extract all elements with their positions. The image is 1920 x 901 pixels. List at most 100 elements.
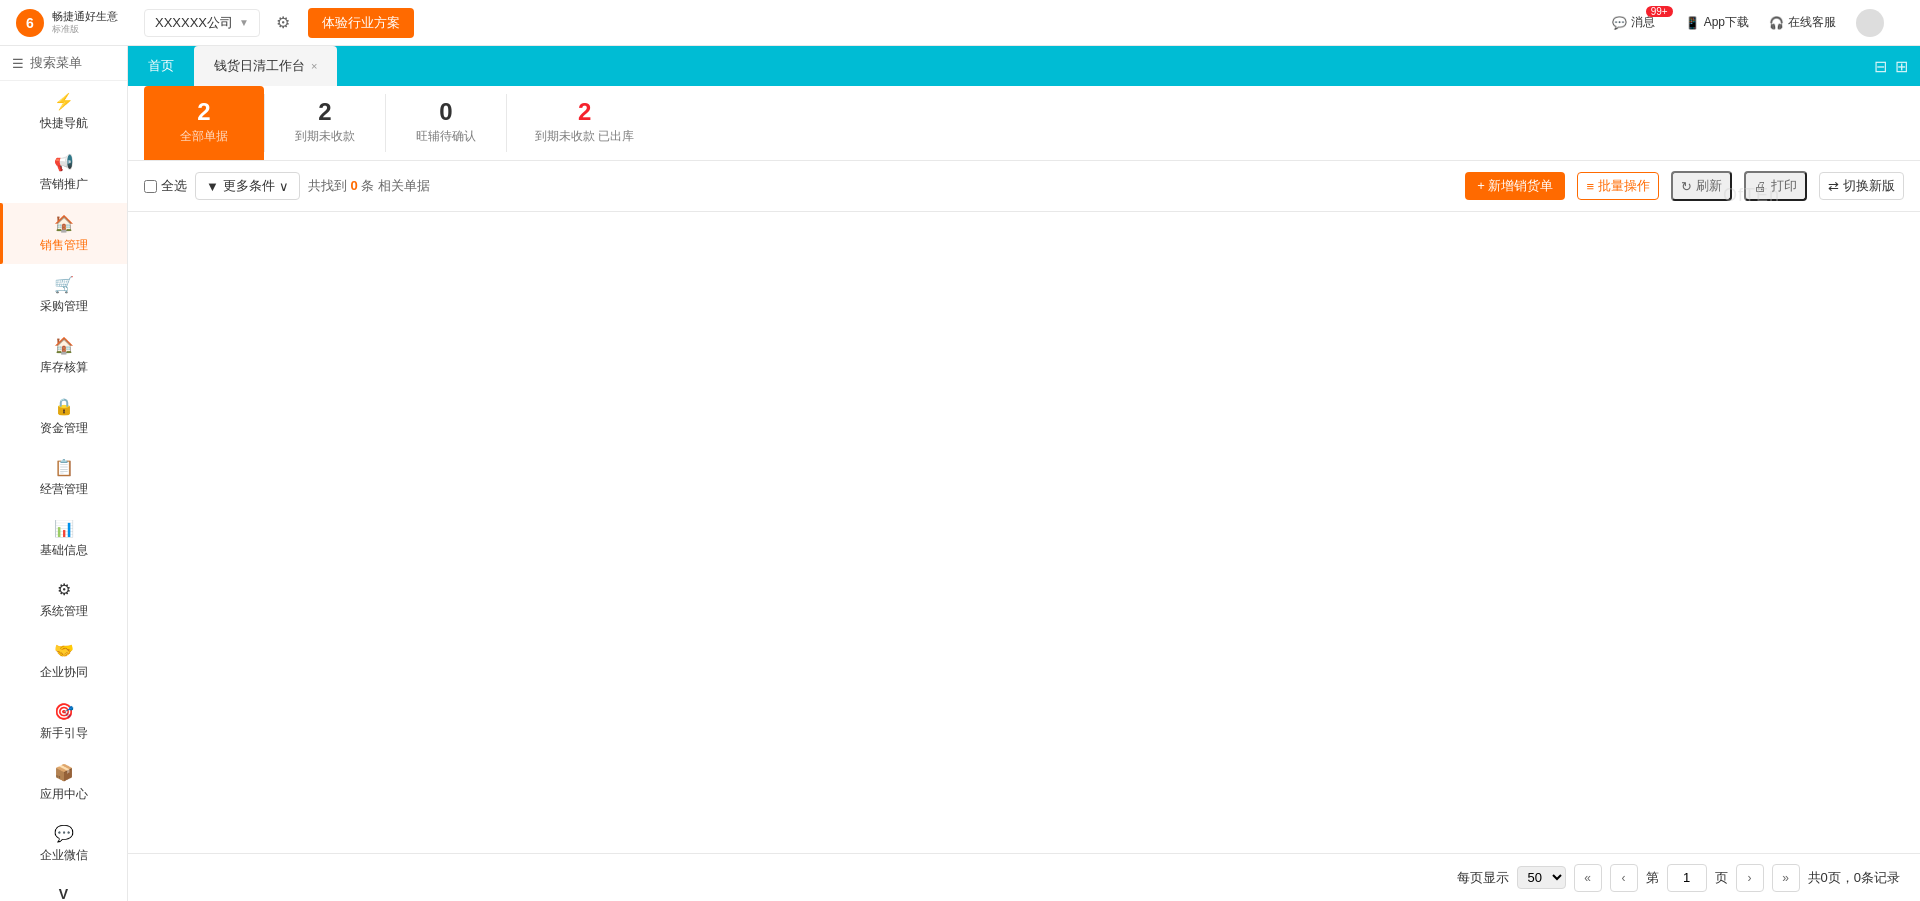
lightning-icon: ⚡ [54,91,74,111]
sidebar-item-sales[interactable]: 🏠 销售管理 [0,203,127,264]
stat-label-overdue: 到期未收款 [295,128,355,145]
sidebar-item-system[interactable]: ⚙ 系统管理 [0,569,127,630]
add-sale-button[interactable]: + 新增销货单 [1465,172,1565,200]
filter-icon: ▼ [206,179,219,194]
select-all-checkbox[interactable]: 全选 [144,177,187,195]
enterprise-icon: 🤝 [54,640,74,660]
basic-info-icon: 📊 [54,518,74,538]
messages-button[interactable]: 💬 消息 99+ [1612,14,1665,31]
quick-nav-label: 快捷导航 [40,115,88,132]
tab-bar: 首页 钱货日清工作台 × ⊟ ⊞ [128,46,1920,86]
app-center-label: 应用中心 [40,786,88,803]
sales-icon: 🏠 [54,213,74,233]
stat-card-overdue[interactable]: 2 到期未收款 [265,86,385,160]
member-icon: V [54,884,74,901]
sidebar-item-operations[interactable]: 📋 经营管理 [0,447,127,508]
avatar[interactable] [1856,9,1884,37]
stat-card-pending[interactable]: 0 旺辅待确认 [386,86,506,160]
sidebar-item-purchase[interactable]: 🛒 采购管理 [0,264,127,325]
next-page-button[interactable]: › [1736,864,1764,892]
operations-icon: 📋 [54,457,74,477]
sidebar-item-finance[interactable]: 🔒 资金管理 [0,386,127,447]
batch-operation-button[interactable]: ≡ 批量操作 [1577,172,1659,200]
sidebar-item-search-menu[interactable]: ☰ 搜索菜单 [0,46,127,81]
dropdown-arrow-icon: ▼ [239,17,249,28]
wechat-label: 企业微信 [40,847,88,864]
trial-button[interactable]: 体验行业方案 [308,8,414,38]
page-label: 第 [1646,869,1659,887]
sidebar-item-app-center[interactable]: 📦 应用中心 [0,752,127,813]
chevron-down-icon: ∨ [279,179,289,194]
sidebar-item-quick-nav[interactable]: ⚡ 快捷导航 [0,81,127,142]
headset-icon: 🎧 [1769,16,1784,30]
stat-card-shipped[interactable]: 2 到期未收款 已出库 [507,86,662,160]
wechat-icon: 💬 [54,823,74,843]
active-tab-label: 钱货日清工作台 [214,57,305,75]
sidebar-item-inventory[interactable]: 🏠 库存核算 [0,325,127,386]
purchase-label: 采购管理 [40,298,88,315]
per-page-select[interactable]: 50 [1517,866,1566,889]
online-service-button[interactable]: 🎧 在线客服 [1769,14,1836,31]
stat-label-shipped: 到期未收款 已出库 [535,128,634,145]
select-all-input[interactable] [144,180,157,193]
phone-icon: 📱 [1685,16,1700,30]
tab-home[interactable]: 首页 [128,46,194,86]
gear-icon: ⚙ [276,13,290,32]
more-filters-button[interactable]: ▼ 更多条件 ∨ [195,172,300,200]
sales-label: 销售管理 [40,237,88,254]
close-tab-icon[interactable]: × [311,60,317,72]
app-download-label: App下载 [1704,14,1749,31]
last-page-button[interactable]: » [1772,864,1800,892]
maximize-icon[interactable]: ⊞ [1895,57,1908,76]
switch-icon: ⇄ [1828,179,1839,194]
marketing-icon: 📢 [54,152,74,172]
sidebar-item-marketing[interactable]: 📢 营销推广 [0,142,127,203]
switch-version-button[interactable]: ⇄ 切换新版 [1819,172,1904,200]
stat-label-all: 全部单据 [180,128,228,145]
select-all-label: 全选 [161,177,187,195]
message-icon: 💬 [1612,16,1627,30]
more-filters-label: 更多条件 [223,177,275,195]
inventory-icon: 🏠 [54,335,74,355]
finance-label: 资金管理 [40,420,88,437]
purchase-icon: 🛒 [54,274,74,294]
system-icon: ⚙ [54,579,74,599]
table-area [128,212,1920,853]
operations-label: 经营管理 [40,481,88,498]
page-suffix: 页 [1715,869,1728,887]
company-name: XXXXXX公司 [155,14,233,32]
stat-card-all[interactable]: 2 全部单据 [144,86,264,160]
tab-qianhuoricqing[interactable]: 钱货日清工作台 × [194,46,337,86]
batch-icon: ≡ [1586,179,1594,194]
top-header: 6 畅捷通好生意 标准版 XXXXXX公司 ▼ ⚙ 体验行业方案 💬 消息 99… [0,0,1920,46]
message-badge: 99+ [1646,6,1673,17]
settings-button[interactable]: ⚙ [268,8,298,38]
prev-page-button[interactable]: ‹ [1610,864,1638,892]
sidebar-item-member[interactable]: V 畅会员 [0,874,127,901]
sidebar-item-wechat[interactable]: 💬 企业微信 [0,813,127,874]
company-selector[interactable]: XXXXXX公司 ▼ [144,9,260,37]
stats-row: 2 全部单据 2 到期未收款 0 旺辅待确认 2 到期未收款 已出库 [128,86,1920,161]
refresh-icon: ↻ [1681,179,1692,194]
page-number-input[interactable] [1667,864,1707,892]
app-download-button[interactable]: 📱 App下载 [1685,14,1749,31]
found-count: 0 [351,178,358,193]
stat-label-pending: 旺辅待确认 [416,128,476,145]
logo-text-block: 畅捷通好生意 标准版 [52,9,118,36]
sidebar-item-guide[interactable]: 🎯 新手引导 [0,691,127,752]
finance-icon: 🔒 [54,396,74,416]
tab-bar-right: ⊟ ⊞ [1874,57,1920,76]
basic-info-label: 基础信息 [40,542,88,559]
stat-number-shipped: 2 [578,98,591,126]
marketing-label: 营销推广 [40,176,88,193]
minimize-icon[interactable]: ⊟ [1874,57,1887,76]
sidebar-item-basic-info[interactable]: 📊 基础信息 [0,508,127,569]
home-tab-label: 首页 [148,57,174,75]
system-label: 系统管理 [40,603,88,620]
first-page-button[interactable]: « [1574,864,1602,892]
stat-number-all: 2 [197,98,210,126]
per-page-label: 每页显示 [1457,869,1509,887]
sidebar-item-enterprise[interactable]: 🤝 企业协同 [0,630,127,691]
online-service-label: 在线客服 [1788,14,1836,31]
toolbar-right: + 新增销货单 ≡ 批量操作 ↻ 刷新 🖨 打印 ⇄ [1465,171,1904,201]
